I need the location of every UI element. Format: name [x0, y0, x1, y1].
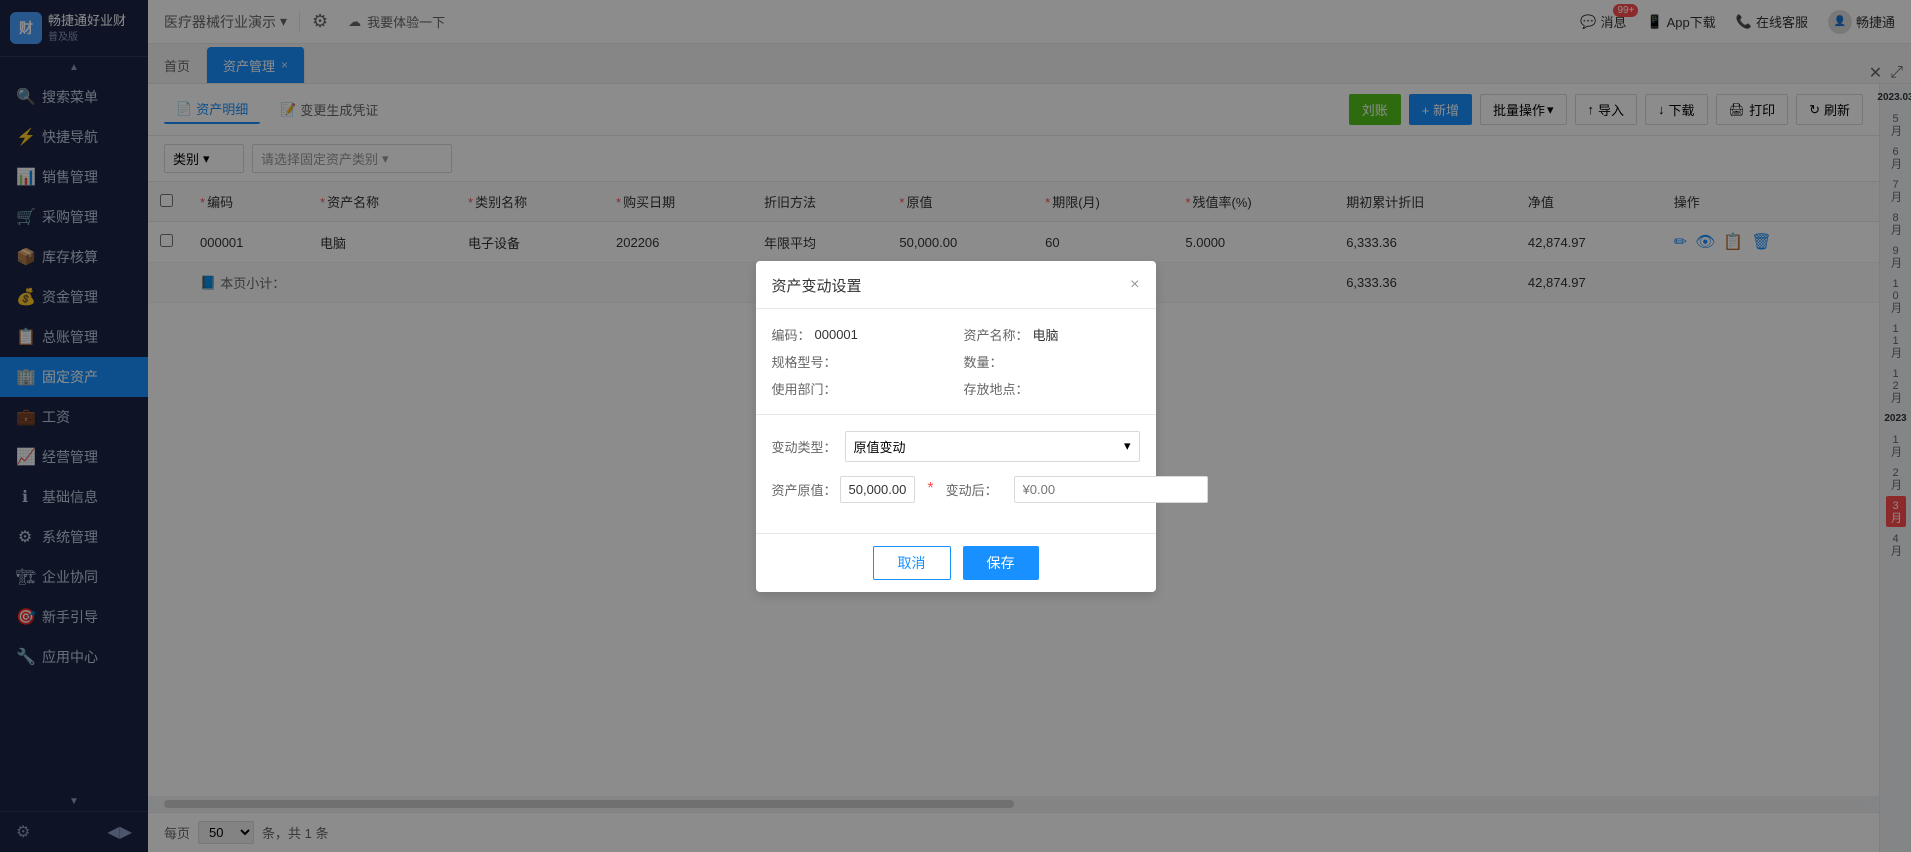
after-label: 变动后：	[946, 480, 1006, 499]
asset-change-dialog: 资产变动设置 × 编码： 000001 资产名称： 电脑 规格型号： 数量：	[756, 261, 1156, 592]
change-type-dropdown-icon: ▾	[1124, 438, 1131, 454]
dialog-code: 编码： 000001	[772, 325, 948, 344]
dialog-spec: 规格型号：	[772, 352, 948, 371]
code-value: 000001	[815, 327, 858, 342]
dept-label: 使用部门：	[772, 379, 837, 398]
spec-label: 规格型号：	[772, 352, 837, 371]
dialog-info-grid: 编码： 000001 资产名称： 电脑 规格型号： 数量： 使用部门：	[772, 325, 1140, 398]
modal-overlay: 资产变动设置 × 编码： 000001 资产名称： 电脑 规格型号： 数量：	[0, 0, 1911, 852]
asset-value-row: 资产原值： 50,000.00 * 变动后：	[772, 476, 1140, 503]
dialog-footer: 取消 保存	[756, 533, 1156, 592]
change-type-value: 原值变动	[854, 437, 906, 456]
change-type-select[interactable]: 原值变动 ▾	[845, 431, 1140, 462]
required-mark: *	[927, 480, 933, 498]
dialog-asset-name: 资产名称： 电脑	[964, 325, 1140, 344]
cancel-button[interactable]: 取消	[873, 546, 951, 580]
save-button[interactable]: 保存	[963, 546, 1039, 580]
change-type-row: 变动类型： 原值变动 ▾	[772, 431, 1140, 462]
code-label: 编码：	[772, 325, 811, 344]
asset-value-label: 资产原值：	[772, 480, 832, 499]
dialog-title: 资产变动设置	[772, 275, 862, 296]
dialog-close-button[interactable]: ×	[1130, 276, 1139, 294]
dialog-body: 编码： 000001 资产名称： 电脑 规格型号： 数量： 使用部门：	[756, 309, 1156, 533]
change-type-label: 变动类型：	[772, 437, 837, 456]
dialog-dept: 使用部门：	[772, 379, 948, 398]
asset-name-label: 资产名称：	[964, 325, 1029, 344]
quantity-label: 数量：	[964, 352, 1003, 371]
location-label: 存放地点：	[964, 379, 1029, 398]
asset-value-text: 50,000.00	[849, 482, 907, 497]
after-value-input[interactable]	[1014, 476, 1208, 503]
asset-value-display: 50,000.00	[840, 476, 916, 503]
dialog-location: 存放地点：	[964, 379, 1140, 398]
dialog-divider	[756, 414, 1156, 415]
dialog-header: 资产变动设置 ×	[756, 261, 1156, 309]
dialog-quantity: 数量：	[964, 352, 1140, 371]
asset-name-value: 电脑	[1033, 325, 1059, 344]
